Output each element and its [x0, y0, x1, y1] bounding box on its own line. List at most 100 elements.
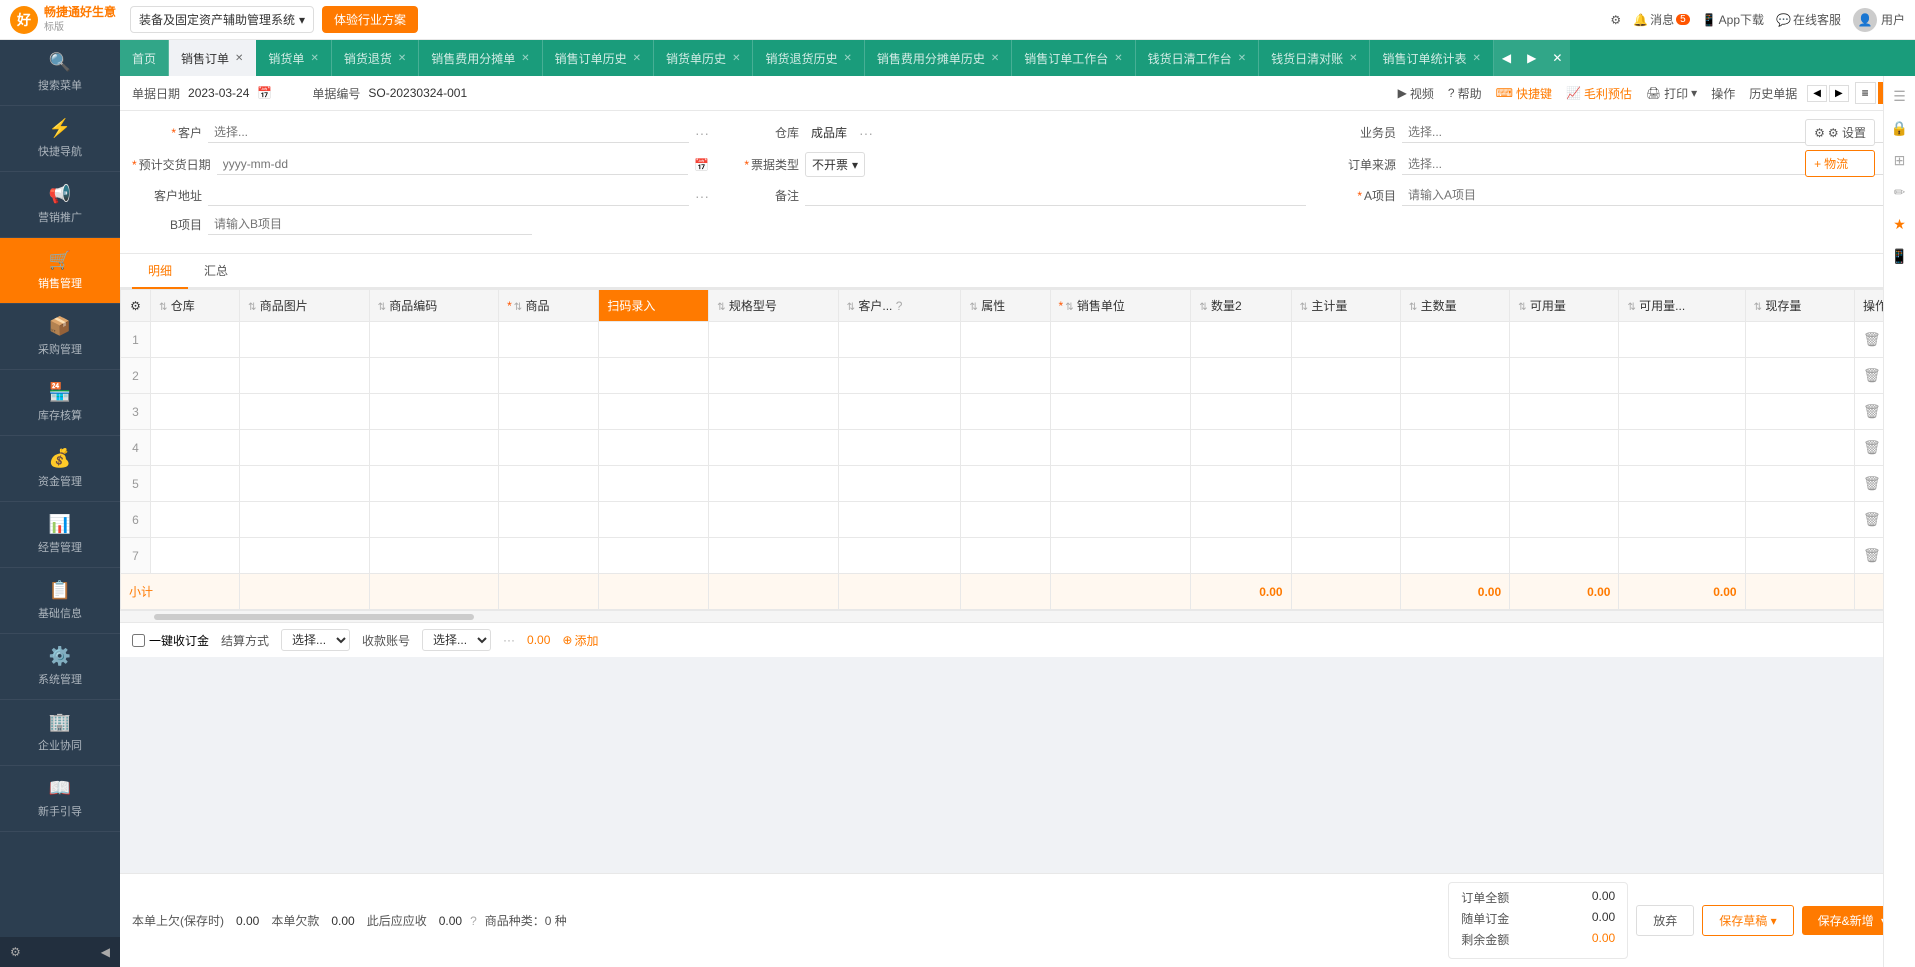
row-5-customer-info[interactable] — [838, 466, 961, 502]
row-4-attributes[interactable] — [961, 430, 1050, 466]
col-main-qty[interactable]: ⇅ 主数量 — [1400, 290, 1509, 322]
view-btn[interactable]: ▶ 视频 — [1394, 83, 1438, 104]
tab-receivable-workbench[interactable]: 钱货日清工作台 ✕ — [1136, 40, 1259, 76]
next-record-btn[interactable]: ▶ — [1829, 85, 1849, 102]
tab-close-receivable-reconcile[interactable]: ✕ — [1349, 53, 1357, 64]
tab-close-sales-order[interactable]: ✕ — [235, 53, 243, 64]
tab-next-button[interactable]: ▶ — [1519, 40, 1544, 76]
tab-close-returns-history[interactable]: ✕ — [732, 53, 740, 64]
tab-sales-expense-split[interactable]: 销售费用分摊单 ✕ — [419, 40, 542, 76]
row-1-code[interactable] — [369, 322, 499, 358]
row-2-scan[interactable] — [599, 358, 709, 394]
row-4-product[interactable] — [499, 430, 599, 466]
row-2-available[interactable] — [1510, 358, 1619, 394]
tab-sales-order-history[interactable]: 销售订单历史 ✕ — [543, 40, 654, 76]
tab-sales-statistics[interactable]: 销售订单统计表 ✕ — [1370, 40, 1493, 76]
row-7-code[interactable] — [369, 538, 499, 574]
row-6-attributes[interactable] — [961, 502, 1050, 538]
row-2-main-qty[interactable] — [1400, 358, 1509, 394]
save-draft-button[interactable]: 保存草稿 ▾ — [1702, 905, 1793, 936]
row-1-delete-btn[interactable]: 🗑 — [1863, 331, 1881, 348]
tab-sales-order[interactable]: 销售订单 ✕ — [169, 40, 256, 76]
row-6-code[interactable] — [369, 502, 499, 538]
row-2-unit[interactable] — [1050, 358, 1191, 394]
sidebar-settings-icon[interactable]: ⚙ — [10, 945, 21, 959]
row-4-customer-info[interactable] — [838, 430, 961, 466]
row-7-scan[interactable] — [599, 538, 709, 574]
row-4-stock[interactable] — [1745, 430, 1854, 466]
row-7-main-unit[interactable] — [1291, 538, 1400, 574]
row-5-image[interactable] — [240, 466, 370, 502]
tab-receivable-reconcile[interactable]: 钱货日清对账 ✕ — [1259, 40, 1370, 76]
remarks-input[interactable] — [805, 185, 1306, 206]
row-1-stock[interactable] — [1745, 322, 1854, 358]
row-7-customer-info[interactable] — [838, 538, 961, 574]
row-7-spec[interactable] — [709, 538, 839, 574]
right-panel-icon-6[interactable]: 📱 — [1888, 244, 1912, 268]
row-7-unit[interactable] — [1050, 538, 1191, 574]
row-5-code[interactable] — [369, 466, 499, 502]
sidebar-item-inventory[interactable]: 🏪 库存核算 — [0, 370, 120, 436]
col-settings[interactable]: ⚙ — [121, 290, 151, 322]
row-4-scan[interactable] — [599, 430, 709, 466]
row-5-delete-btn[interactable]: 🗑 — [1863, 475, 1881, 492]
col-warehouse[interactable]: ⇅ 仓库 — [151, 290, 240, 322]
row-3-unit[interactable] — [1050, 394, 1191, 430]
row-6-delete-btn[interactable]: 🗑 — [1863, 511, 1881, 528]
settings-icon[interactable]: ⚙ — [1610, 13, 1621, 27]
calendar-icon[interactable]: 📅 — [257, 86, 272, 100]
row-6-main-qty[interactable] — [1400, 502, 1509, 538]
row-3-scan[interactable] — [599, 394, 709, 430]
right-panel-icon-5[interactable]: ★ — [1888, 212, 1912, 236]
right-panel-icon-2[interactable]: 🔒 — [1888, 116, 1912, 140]
row-4-warehouse[interactable] — [151, 430, 240, 466]
row-1-main-unit[interactable] — [1291, 322, 1400, 358]
tab-sales-returns[interactable]: 销货单 ✕ — [256, 40, 331, 76]
row-7-warehouse[interactable] — [151, 538, 240, 574]
row-1-main-qty[interactable] — [1400, 322, 1509, 358]
row-3-code[interactable] — [369, 394, 499, 430]
row-6-warehouse[interactable] — [151, 502, 240, 538]
row-2-spec[interactable] — [709, 358, 839, 394]
row-6-customer-info[interactable] — [838, 502, 961, 538]
tab-prev-button[interactable]: ◀ — [1494, 40, 1519, 76]
tab-detail[interactable]: 明细 — [132, 254, 188, 289]
calendar-delivery-icon[interactable]: 📅 — [694, 158, 709, 172]
row-2-stock[interactable] — [1745, 358, 1854, 394]
tab-sales-order-workbench[interactable]: 销售订单工作台 ✕ — [1012, 40, 1135, 76]
one-click-checkout-check[interactable] — [132, 634, 145, 647]
scroll-thumb[interactable] — [154, 614, 474, 620]
col-product[interactable]: ⇅ 商品 — [499, 290, 599, 322]
col-main-unit[interactable]: ⇅ 主计量 — [1291, 290, 1400, 322]
tab-home[interactable]: 首页 — [120, 40, 169, 76]
history-btn[interactable]: 历史单据 — [1745, 83, 1801, 104]
notice-area[interactable]: 🔔 消息 5 — [1633, 11, 1690, 28]
row-5-attributes[interactable] — [961, 466, 1050, 502]
col-product-code[interactable]: ⇅ 商品编码 — [369, 290, 499, 322]
col-spec-type[interactable]: ⇅ 规格型号 — [709, 290, 839, 322]
row-6-qty2[interactable] — [1191, 502, 1291, 538]
col-available2[interactable]: ⇅ 可用量... — [1619, 290, 1745, 322]
row-2-qty2[interactable] — [1191, 358, 1291, 394]
sidebar-item-basic-info[interactable]: 📋 基础信息 — [0, 568, 120, 634]
row-6-main-unit[interactable] — [1291, 502, 1400, 538]
row-4-code[interactable] — [369, 430, 499, 466]
row-7-attributes[interactable] — [961, 538, 1050, 574]
row-3-product[interactable] — [499, 394, 599, 430]
sidebar-item-purchase[interactable]: 📦 采购管理 — [0, 304, 120, 370]
row-5-qty2[interactable] — [1191, 466, 1291, 502]
tab-close-sales-refund[interactable]: ✕ — [398, 53, 406, 64]
row-6-stock[interactable] — [1745, 502, 1854, 538]
tab-close-sales-statistics[interactable]: ✕ — [1473, 53, 1481, 64]
row-7-stock[interactable] — [1745, 538, 1854, 574]
add-payment-button[interactable]: ⊕ 添加 — [562, 632, 598, 649]
row-3-customer-info[interactable] — [838, 394, 961, 430]
row-2-customer-info[interactable] — [838, 358, 961, 394]
row-4-image[interactable] — [240, 430, 370, 466]
shortcut-btn[interactable]: ⌨ 快捷键 — [1492, 83, 1556, 104]
col-available[interactable]: ⇅ 可用量 — [1510, 290, 1619, 322]
row-5-main-qty[interactable] — [1400, 466, 1509, 502]
row-2-product[interactable] — [499, 358, 599, 394]
customer-input[interactable] — [208, 122, 689, 143]
row-3-main-qty[interactable] — [1400, 394, 1509, 430]
